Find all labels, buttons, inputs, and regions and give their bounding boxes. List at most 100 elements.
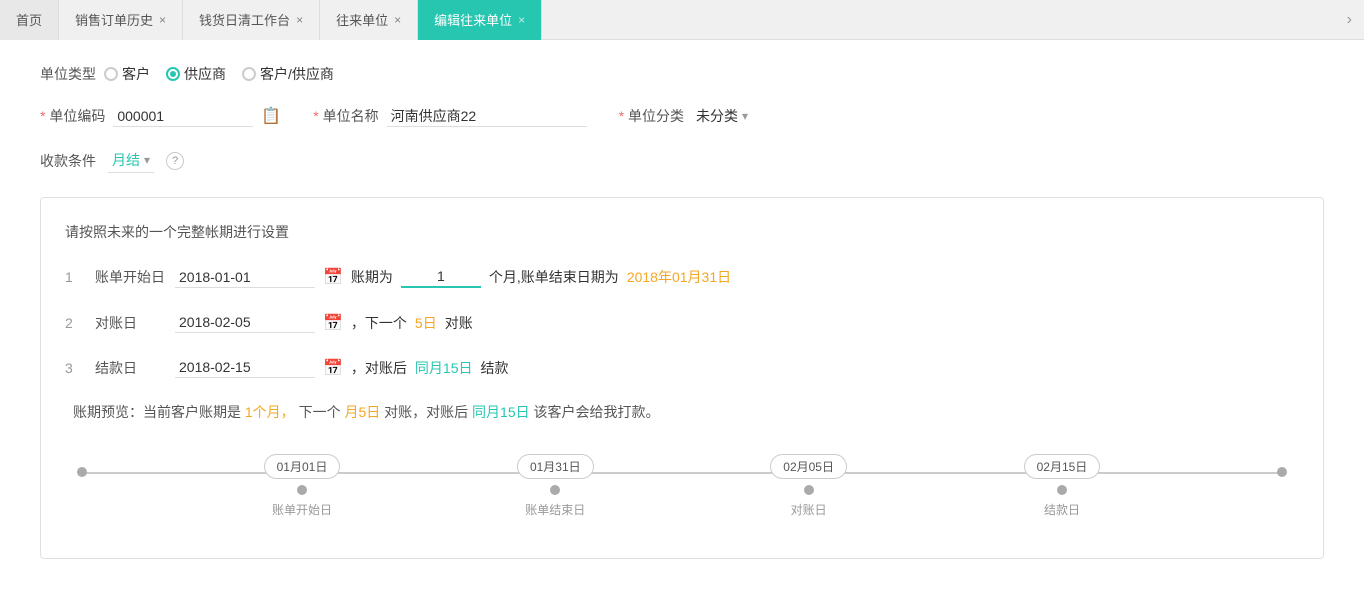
radio-both-circle bbox=[242, 67, 256, 81]
timeline-dot-4 bbox=[1057, 485, 1067, 495]
timeline-label-2: 账单结束日 bbox=[525, 501, 585, 518]
row-value-3: 📅 ，对账后 同月15日 结款 bbox=[175, 357, 509, 378]
unit-type-label: 单位类型 bbox=[40, 64, 96, 84]
card-title: 请按照未来的一个完整帐期进行设置 bbox=[65, 222, 1299, 242]
timeline-item-4: 02月15日 结款日 bbox=[1024, 454, 1101, 518]
tab-cash-work[interactable]: 钱货日清工作台 × bbox=[183, 0, 320, 40]
tab-more-button[interactable]: › bbox=[1335, 11, 1364, 29]
tab-partner[interactable]: 往来单位 × bbox=[320, 0, 418, 40]
tab-edit-partner[interactable]: 编辑往来单位 × bbox=[418, 0, 542, 40]
tab-bar: 首页 销售订单历史 × 钱货日清工作台 × 往来单位 × 编辑往来单位 × › bbox=[0, 0, 1364, 40]
period-input[interactable] bbox=[401, 266, 481, 288]
reconcile-date-calendar-icon[interactable]: 📅 bbox=[323, 313, 343, 333]
radio-customer-label: 客户 bbox=[122, 64, 150, 84]
help-icon[interactable]: ? bbox=[166, 152, 184, 170]
radio-both-label: 客户/供应商 bbox=[260, 64, 334, 84]
preview-mid: 对账，对账后 bbox=[384, 404, 468, 420]
settlement-suffix-post: 结款 bbox=[481, 358, 509, 378]
radio-supplier-circle bbox=[166, 67, 180, 81]
preview-text: 账期预览：当前客户账期是 1个月， 下一个 月5日 对账，对账后 同月15日 该… bbox=[65, 402, 1299, 422]
reconcile-date-input[interactable] bbox=[175, 312, 315, 333]
unit-category-chevron: ▾ bbox=[742, 109, 748, 123]
timeline-wrapper: 01月01日 账单开始日 01月31日 账单结束日 bbox=[65, 446, 1299, 542]
settlement-date-calendar-icon[interactable]: 📅 bbox=[323, 358, 343, 378]
row-value-2: 📅 ，下一个 5日 对账 bbox=[175, 312, 473, 333]
reconcile-suffix-post: 对账 bbox=[445, 313, 473, 333]
payment-condition-chevron: ▾ bbox=[144, 153, 150, 167]
unit-code-input[interactable] bbox=[113, 106, 253, 127]
radio-customer-circle bbox=[104, 67, 118, 81]
tab-home[interactable]: 首页 bbox=[0, 0, 59, 40]
tab-close-cash-work[interactable]: × bbox=[296, 13, 303, 27]
unit-category-select[interactable]: 未分类 ▾ bbox=[692, 104, 752, 128]
timeline-label-4: 结款日 bbox=[1044, 501, 1080, 518]
radio-supplier[interactable]: 供应商 bbox=[166, 64, 226, 84]
timeline-badge-2: 01月31日 bbox=[517, 454, 594, 479]
config-row-3: 3 结款日 📅 ，对账后 同月15日 结款 bbox=[65, 357, 1299, 378]
period-suffix: 个月,账单结束日期为 bbox=[489, 267, 619, 287]
preview-part1: 1个月， bbox=[245, 404, 295, 420]
payment-condition-select[interactable]: 月结 ▾ bbox=[108, 148, 154, 173]
start-date-input[interactable] bbox=[175, 267, 315, 288]
unit-category-field: 单位分类 未分类 ▾ bbox=[619, 104, 752, 128]
timeline-item-3: 02月05日 对账日 bbox=[770, 454, 847, 518]
preview-suffix: 该客户会给我打款。 bbox=[534, 404, 660, 420]
settings-card: 请按照未来的一个完整帐期进行设置 1 账单开始日 📅 账期为 个月,账单结束日期… bbox=[40, 197, 1324, 559]
reconcile-day-highlight: 5日 bbox=[415, 313, 437, 333]
timeline-dot-3 bbox=[804, 485, 814, 495]
preview-sep: 下一个 bbox=[299, 404, 341, 420]
unit-name-label: 单位名称 bbox=[313, 106, 378, 126]
preview-prefix: 账期预览：当前客户账期是 bbox=[73, 404, 241, 420]
row-num-3: 3 bbox=[65, 360, 95, 376]
timeline-left-dot bbox=[77, 467, 87, 477]
unit-code-label: 单位编码 bbox=[40, 106, 105, 126]
timeline-start-end-dot bbox=[77, 454, 87, 518]
reconcile-suffix-pre: ，下一个 bbox=[351, 313, 407, 333]
unit-category-label: 单位分类 bbox=[619, 106, 684, 126]
preview-part3: 同月15日 bbox=[472, 404, 530, 420]
unit-name-field: 单位名称 bbox=[313, 106, 586, 127]
unit-type-radio-group: 客户 供应商 客户/供应商 bbox=[104, 64, 334, 84]
payment-condition-row: 收款条件 月结 ▾ ? bbox=[40, 148, 1324, 173]
row-label-2: 对账日 bbox=[95, 313, 175, 333]
period-prefix: 账期为 bbox=[351, 267, 393, 287]
radio-customer[interactable]: 客户 bbox=[104, 64, 150, 84]
settlement-date-input[interactable] bbox=[175, 357, 315, 378]
unit-code-field: 单位编码 📋 bbox=[40, 106, 281, 127]
unit-type-field: 单位类型 客户 供应商 客户/供应商 bbox=[40, 64, 334, 84]
unit-category-value: 未分类 bbox=[696, 106, 738, 126]
timeline-badge-1: 01月01日 bbox=[264, 454, 341, 479]
row-num-1: 1 bbox=[65, 269, 95, 285]
settlement-day-highlight: 同月15日 bbox=[415, 358, 473, 378]
unit-type-row: 单位类型 客户 供应商 客户/供应商 bbox=[40, 64, 1324, 84]
timeline-badge-4: 02月15日 bbox=[1024, 454, 1101, 479]
tab-sales-history[interactable]: 销售订单历史 × bbox=[59, 0, 183, 40]
unit-code-icon[interactable]: 📋 bbox=[261, 106, 281, 126]
tab-close-sales-history[interactable]: × bbox=[159, 13, 166, 27]
timeline-badge-3: 02月05日 bbox=[770, 454, 847, 479]
payment-condition-value: 月结 bbox=[112, 150, 140, 170]
timeline-label-1: 账单开始日 bbox=[272, 501, 332, 518]
timeline-items: 01月01日 账单开始日 01月31日 账单结束日 bbox=[65, 454, 1299, 518]
config-row-1: 1 账单开始日 📅 账期为 个月,账单结束日期为 2018年01月31日 bbox=[65, 266, 1299, 288]
tab-close-edit-partner[interactable]: × bbox=[518, 13, 525, 27]
config-row-2: 2 对账日 📅 ，下一个 5日 对账 bbox=[65, 312, 1299, 333]
row-num-2: 2 bbox=[65, 315, 95, 331]
settlement-suffix-pre: ，对账后 bbox=[351, 358, 407, 378]
payment-condition-label: 收款条件 bbox=[40, 151, 96, 171]
row-value-1: 📅 账期为 个月,账单结束日期为 2018年01月31日 bbox=[175, 266, 731, 288]
radio-both[interactable]: 客户/供应商 bbox=[242, 64, 334, 84]
timeline-dot-2 bbox=[550, 485, 560, 495]
tab-close-partner[interactable]: × bbox=[394, 13, 401, 27]
row-label-3: 结款日 bbox=[95, 358, 175, 378]
timeline-end-dot-wrapper bbox=[1277, 454, 1287, 518]
unit-info-row: 单位编码 📋 单位名称 单位分类 未分类 ▾ bbox=[40, 104, 1324, 128]
main-content: 单位类型 客户 供应商 客户/供应商 单位编码 📋 bbox=[0, 40, 1364, 608]
radio-supplier-label: 供应商 bbox=[184, 64, 226, 84]
timeline-label-3: 对账日 bbox=[791, 501, 827, 518]
timeline-item-1: 01月01日 账单开始日 bbox=[264, 454, 341, 518]
unit-name-input[interactable] bbox=[387, 106, 587, 127]
timeline-dot-1 bbox=[297, 485, 307, 495]
row-label-1: 账单开始日 bbox=[95, 267, 175, 287]
start-date-calendar-icon[interactable]: 📅 bbox=[323, 267, 343, 287]
